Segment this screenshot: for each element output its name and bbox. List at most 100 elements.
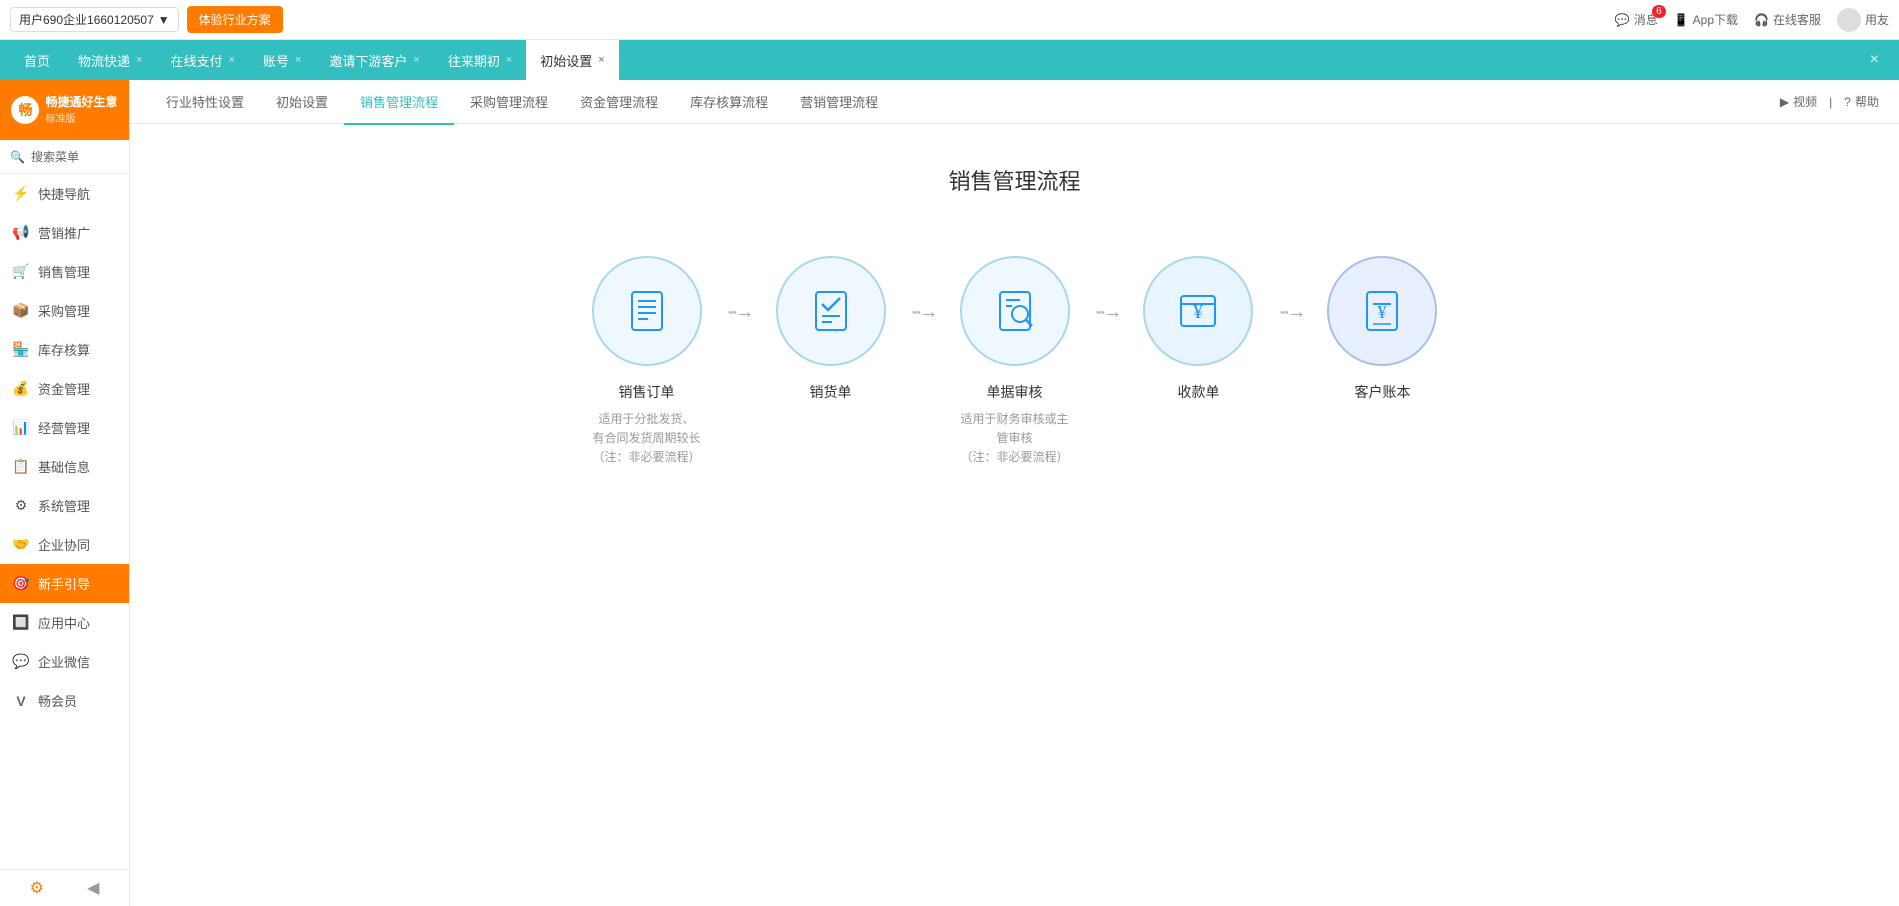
video-icon: ▶ xyxy=(1780,95,1789,109)
sidebar-logo-text: 畅捷通好生意 xyxy=(45,95,117,109)
sales-icon: 🛒 xyxy=(12,263,30,280)
wechat-icon: 💬 xyxy=(12,653,30,670)
sub-tab-marketing-flow-label: 营销管理流程 xyxy=(800,92,878,111)
sidebar-item-quicknav-label: 快捷导航 xyxy=(38,184,90,203)
flow-arrow-4: ···→ xyxy=(1278,256,1302,324)
flow-label-account: 客户账本 xyxy=(1354,382,1410,402)
nav-tab-logistics-close[interactable]: × xyxy=(136,54,142,66)
flow-desc-sales-order: 适用于分批发货、有合同发货周期较长（注：非必要流程） xyxy=(593,410,701,468)
nav-tab-period[interactable]: 往来期初 × xyxy=(434,40,526,80)
app-icon: 📱 xyxy=(1674,13,1689,27)
nav-tab-home[interactable]: 首页 xyxy=(10,40,64,80)
sidebar-item-appcenter[interactable]: 🔲 应用中心 xyxy=(0,603,129,642)
sub-tab-industry[interactable]: 行业特性设置 xyxy=(150,81,260,125)
sub-tab-inventory-flow[interactable]: 库存核算流程 xyxy=(674,81,784,125)
nav-tab-account-close[interactable]: × xyxy=(295,54,301,66)
guide-icon: 🎯 xyxy=(12,575,30,592)
sidebar-item-guide-label: 新手引导 xyxy=(38,574,90,593)
user-name: 用友 xyxy=(1865,11,1889,28)
flow-step-account: ¥ 客户账本 xyxy=(1302,256,1462,410)
nav-tab-account[interactable]: 账号 × xyxy=(249,40,315,80)
trial-button[interactable]: 体验行业方案 xyxy=(187,6,283,33)
purchase-icon: 📦 xyxy=(12,302,30,319)
online-service-item[interactable]: 🎧 在线客服 xyxy=(1754,11,1821,28)
online-service-label: 在线客服 xyxy=(1773,11,1821,28)
nav-tab-invite-close[interactable]: × xyxy=(413,54,419,66)
nav-tabs: 首页 物流快递 × 在线支付 × 账号 × 邀请下游客户 × 往来期初 × 初始… xyxy=(0,40,1899,80)
sub-tab-sales-flow[interactable]: 销售管理流程 xyxy=(344,81,454,125)
top-bar-right: 💬 消息 6 📱 App下载 🎧 在线客服 用友 xyxy=(1615,8,1889,32)
sidebar-search[interactable]: 🔍 搜索菜单 xyxy=(0,140,129,174)
app-download-item[interactable]: 📱 App下载 xyxy=(1674,11,1738,28)
sub-tabs-left: 行业特性设置 初始设置 销售管理流程 采购管理流程 资金管理流程 库存核算流程 xyxy=(150,80,894,124)
sidebar-item-sales[interactable]: 🛒 销售管理 xyxy=(0,252,129,291)
app-download-label: App下载 xyxy=(1693,11,1738,28)
sidebar-item-enterprise[interactable]: 🤝 企业协同 xyxy=(0,525,129,564)
flow-circle-account: ¥ xyxy=(1327,256,1437,366)
sidebar-item-marketing[interactable]: 📢 营销推广 xyxy=(0,213,129,252)
main-layout: 畅 畅捷通好生意 标准版 🔍 搜索菜单 ⚡ 快捷导航 📢 营销推广 🛒 销售管理 xyxy=(0,80,1899,906)
sub-tab-finance-flow[interactable]: 资金管理流程 xyxy=(564,81,674,125)
nav-tab-payment[interactable]: 在线支付 × xyxy=(156,40,248,80)
message-item[interactable]: 💬 消息 6 xyxy=(1615,11,1658,28)
help-icon: ? xyxy=(1844,95,1851,109)
system-icon: ⚙ xyxy=(12,497,30,514)
search-label: 搜索菜单 xyxy=(31,148,79,165)
nav-tab-init-close[interactable]: × xyxy=(598,54,604,66)
flow-desc-review: 适用于财务审核或主管审核（注：非必要流程） xyxy=(960,410,1068,468)
sidebar-item-enterprise-label: 企业协同 xyxy=(38,535,90,554)
flow-circle-delivery xyxy=(776,256,886,366)
window-close-btn[interactable]: × xyxy=(1860,51,1889,69)
sidebar-item-operation-label: 经营管理 xyxy=(38,418,90,437)
marketing-icon: 📢 xyxy=(12,224,30,241)
flow-arrow-3: ···→ xyxy=(1095,256,1119,324)
message-icon: 💬 xyxy=(1615,13,1630,27)
sidebar-item-basic[interactable]: 📋 基础信息 xyxy=(0,447,129,486)
sidebar-item-wechat[interactable]: 💬 企业微信 xyxy=(0,642,129,681)
video-link[interactable]: ▶ 视频 xyxy=(1780,93,1817,110)
nav-tab-init-label: 初始设置 xyxy=(540,51,592,70)
nav-tab-period-close[interactable]: × xyxy=(506,54,512,66)
sidebar-item-guide[interactable]: 🎯 新手引导 xyxy=(0,564,129,603)
top-bar-left: 用户690企业1660120507 ▼ 体验行业方案 xyxy=(10,6,283,33)
nav-tab-account-label: 账号 xyxy=(263,51,289,70)
sidebar-item-member[interactable]: V 畅会员 xyxy=(0,681,129,720)
search-icon: 🔍 xyxy=(10,150,25,164)
nav-tab-home-label: 首页 xyxy=(24,51,50,70)
sidebar-item-inventory[interactable]: 🏪 库存核算 xyxy=(0,330,129,369)
sub-tab-finance-flow-label: 资金管理流程 xyxy=(580,92,658,111)
nav-tab-logistics[interactable]: 物流快递 × xyxy=(64,40,156,80)
sidebar-item-purchase[interactable]: 📦 采购管理 xyxy=(0,291,129,330)
sidebar-item-system[interactable]: ⚙ 系统管理 xyxy=(0,486,129,525)
sub-tab-marketing-flow[interactable]: 营销管理流程 xyxy=(784,81,894,125)
message-badge: 6 xyxy=(1652,5,1666,18)
flow-label-payment: 收款单 xyxy=(1177,382,1219,402)
user-selector[interactable]: 用户690企业1660120507 ▼ xyxy=(10,7,179,32)
sidebar-logo: 畅 畅捷通好生意 标准版 xyxy=(0,80,129,140)
nav-tab-period-label: 往来期初 xyxy=(448,51,500,70)
nav-tab-invite-label: 邀请下游客户 xyxy=(329,51,407,70)
flow-diagram: 销售订单 适用于分批发货、有合同发货周期较长（注：非必要流程） ···→ xyxy=(150,256,1879,468)
settings-icon[interactable]: ⚙ xyxy=(30,878,44,898)
collapse-icon[interactable]: ◀ xyxy=(87,878,99,898)
sub-tab-purchase-flow[interactable]: 采购管理流程 xyxy=(454,81,564,125)
help-label: 帮助 xyxy=(1855,93,1879,110)
sub-tab-init[interactable]: 初始设置 xyxy=(260,81,344,125)
sidebar-item-finance[interactable]: 💰 资金管理 xyxy=(0,369,129,408)
sidebar-item-operation[interactable]: 📊 经营管理 xyxy=(0,408,129,447)
nav-tab-payment-label: 在线支付 xyxy=(170,51,222,70)
enterprise-icon: 🤝 xyxy=(12,536,30,553)
sidebar-item-sales-label: 销售管理 xyxy=(38,262,90,281)
sub-tab-init-label: 初始设置 xyxy=(276,92,328,111)
nav-tab-payment-close[interactable]: × xyxy=(228,54,234,66)
basic-icon: 📋 xyxy=(12,458,30,475)
user-avatar-item[interactable]: 用友 xyxy=(1837,8,1889,32)
sidebar-item-wechat-label: 企业微信 xyxy=(38,652,90,671)
sidebar: 畅 畅捷通好生意 标准版 🔍 搜索菜单 ⚡ 快捷导航 📢 营销推广 🛒 销售管理 xyxy=(0,80,130,906)
nav-tab-invite[interactable]: 邀请下游客户 × xyxy=(315,40,433,80)
nav-tab-init[interactable]: 初始设置 × xyxy=(526,40,618,80)
sidebar-item-quicknav[interactable]: ⚡ 快捷导航 xyxy=(0,174,129,213)
top-bar: 用户690企业1660120507 ▼ 体验行业方案 💬 消息 6 📱 App下… xyxy=(0,0,1899,40)
help-link[interactable]: ? 帮助 xyxy=(1844,93,1879,110)
appcenter-icon: 🔲 xyxy=(12,614,30,631)
